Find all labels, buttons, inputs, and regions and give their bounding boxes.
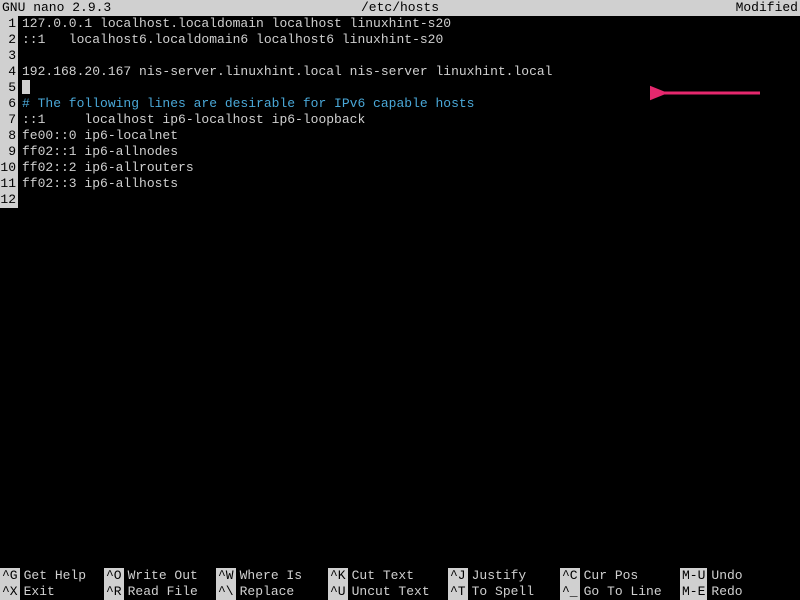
- line-number: 5: [0, 80, 18, 96]
- help-key: M-E: [680, 584, 707, 600]
- line-content[interactable]: [18, 48, 22, 64]
- help-label: Write Out: [128, 568, 198, 584]
- editor-line[interactable]: 10ff02::2 ip6-allrouters: [0, 160, 800, 176]
- help-label: Where Is: [240, 568, 302, 584]
- help-item[interactable]: ^TTo Spell: [448, 584, 560, 600]
- help-key: ^R: [104, 584, 124, 600]
- help-key: ^U: [328, 584, 348, 600]
- line-content[interactable]: ::1 localhost ip6-localhost ip6-loopback: [18, 112, 365, 128]
- line-number: 9: [0, 144, 18, 160]
- help-bar: ^GGet Help^OWrite Out^WWhere Is^KCut Tex…: [0, 568, 800, 600]
- help-label: Cur Pos: [584, 568, 639, 584]
- help-item[interactable]: ^JJustify: [448, 568, 560, 584]
- file-path: /etc/hosts: [267, 0, 532, 16]
- help-label: To Spell: [472, 584, 534, 600]
- title-bar: GNU nano 2.9.3 /etc/hosts Modified: [0, 0, 800, 16]
- line-number: 7: [0, 112, 18, 128]
- line-number: 12: [0, 192, 18, 208]
- help-label: Uncut Text: [352, 584, 430, 600]
- help-item[interactable]: ^OWrite Out: [104, 568, 216, 584]
- editor-line[interactable]: 5: [0, 80, 800, 96]
- help-key: ^K: [328, 568, 348, 584]
- editor-line[interactable]: 11ff02::3 ip6-allhosts: [0, 176, 800, 192]
- line-content[interactable]: [18, 80, 30, 96]
- line-content[interactable]: 192.168.20.167 nis-server.linuxhint.loca…: [18, 64, 553, 80]
- help-item[interactable]: ^RRead File: [104, 584, 216, 600]
- line-number: 8: [0, 128, 18, 144]
- editor-line[interactable]: 8fe00::0 ip6-localnet: [0, 128, 800, 144]
- help-label: Justify: [472, 568, 527, 584]
- line-number: 2: [0, 32, 18, 48]
- editor-line[interactable]: 2::1 localhost6.localdomain6 localhost6 …: [0, 32, 800, 48]
- help-label: Go To Line: [584, 584, 662, 600]
- line-content[interactable]: [18, 192, 22, 208]
- editor-line[interactable]: 12: [0, 192, 800, 208]
- help-item[interactable]: ^WWhere Is: [216, 568, 328, 584]
- help-label: Undo: [711, 568, 742, 584]
- help-key: ^T: [448, 584, 468, 600]
- help-key: ^_: [560, 584, 580, 600]
- help-key: ^\: [216, 584, 236, 600]
- help-item[interactable]: ^\Replace: [216, 584, 328, 600]
- line-number: 3: [0, 48, 18, 64]
- help-item[interactable]: ^GGet Help: [0, 568, 104, 584]
- line-number: 6: [0, 96, 18, 112]
- help-item[interactable]: ^CCur Pos: [560, 568, 680, 584]
- line-number: 4: [0, 64, 18, 80]
- editor-area[interactable]: 1127.0.0.1 localhost.localdomain localho…: [0, 16, 800, 208]
- help-item[interactable]: ^_Go To Line: [560, 584, 680, 600]
- help-item[interactable]: ^UUncut Text: [328, 584, 448, 600]
- line-number: 1: [0, 16, 18, 32]
- line-content[interactable]: ff02::3 ip6-allhosts: [18, 176, 178, 192]
- line-content[interactable]: 127.0.0.1 localhost.localdomain localhos…: [18, 16, 451, 32]
- help-item[interactable]: M-ERedo: [680, 584, 800, 600]
- help-item[interactable]: ^XExit: [0, 584, 104, 600]
- editor-line[interactable]: 6# The following lines are desirable for…: [0, 96, 800, 112]
- help-key: ^G: [0, 568, 20, 584]
- help-key: ^X: [0, 584, 20, 600]
- help-item[interactable]: ^KCut Text: [328, 568, 448, 584]
- line-content[interactable]: ff02::2 ip6-allrouters: [18, 160, 194, 176]
- editor-line[interactable]: 9ff02::1 ip6-allnodes: [0, 144, 800, 160]
- line-content[interactable]: fe00::0 ip6-localnet: [18, 128, 178, 144]
- help-label: Read File: [128, 584, 198, 600]
- line-number: 10: [0, 160, 18, 176]
- editor-line[interactable]: 1127.0.0.1 localhost.localdomain localho…: [0, 16, 800, 32]
- line-content[interactable]: # The following lines are desirable for …: [18, 96, 474, 112]
- help-label: Redo: [711, 584, 742, 600]
- modified-status: Modified: [533, 0, 798, 16]
- help-item[interactable]: M-UUndo: [680, 568, 800, 584]
- editor-line[interactable]: 4192.168.20.167 nis-server.linuxhint.loc…: [0, 64, 800, 80]
- text-cursor: [22, 80, 30, 94]
- app-version: GNU nano 2.9.3: [2, 0, 267, 16]
- line-content[interactable]: ::1 localhost6.localdomain6 localhost6 l…: [18, 32, 443, 48]
- help-label: Replace: [240, 584, 295, 600]
- help-label: Exit: [24, 584, 55, 600]
- help-key: ^W: [216, 568, 236, 584]
- help-label: Cut Text: [352, 568, 414, 584]
- editor-line[interactable]: 7::1 localhost ip6-localhost ip6-loopbac…: [0, 112, 800, 128]
- help-key: ^J: [448, 568, 468, 584]
- line-content[interactable]: ff02::1 ip6-allnodes: [18, 144, 178, 160]
- help-key: M-U: [680, 568, 707, 584]
- help-key: ^O: [104, 568, 124, 584]
- help-key: ^C: [560, 568, 580, 584]
- help-label: Get Help: [24, 568, 86, 584]
- editor-line[interactable]: 3: [0, 48, 800, 64]
- line-number: 11: [0, 176, 18, 192]
